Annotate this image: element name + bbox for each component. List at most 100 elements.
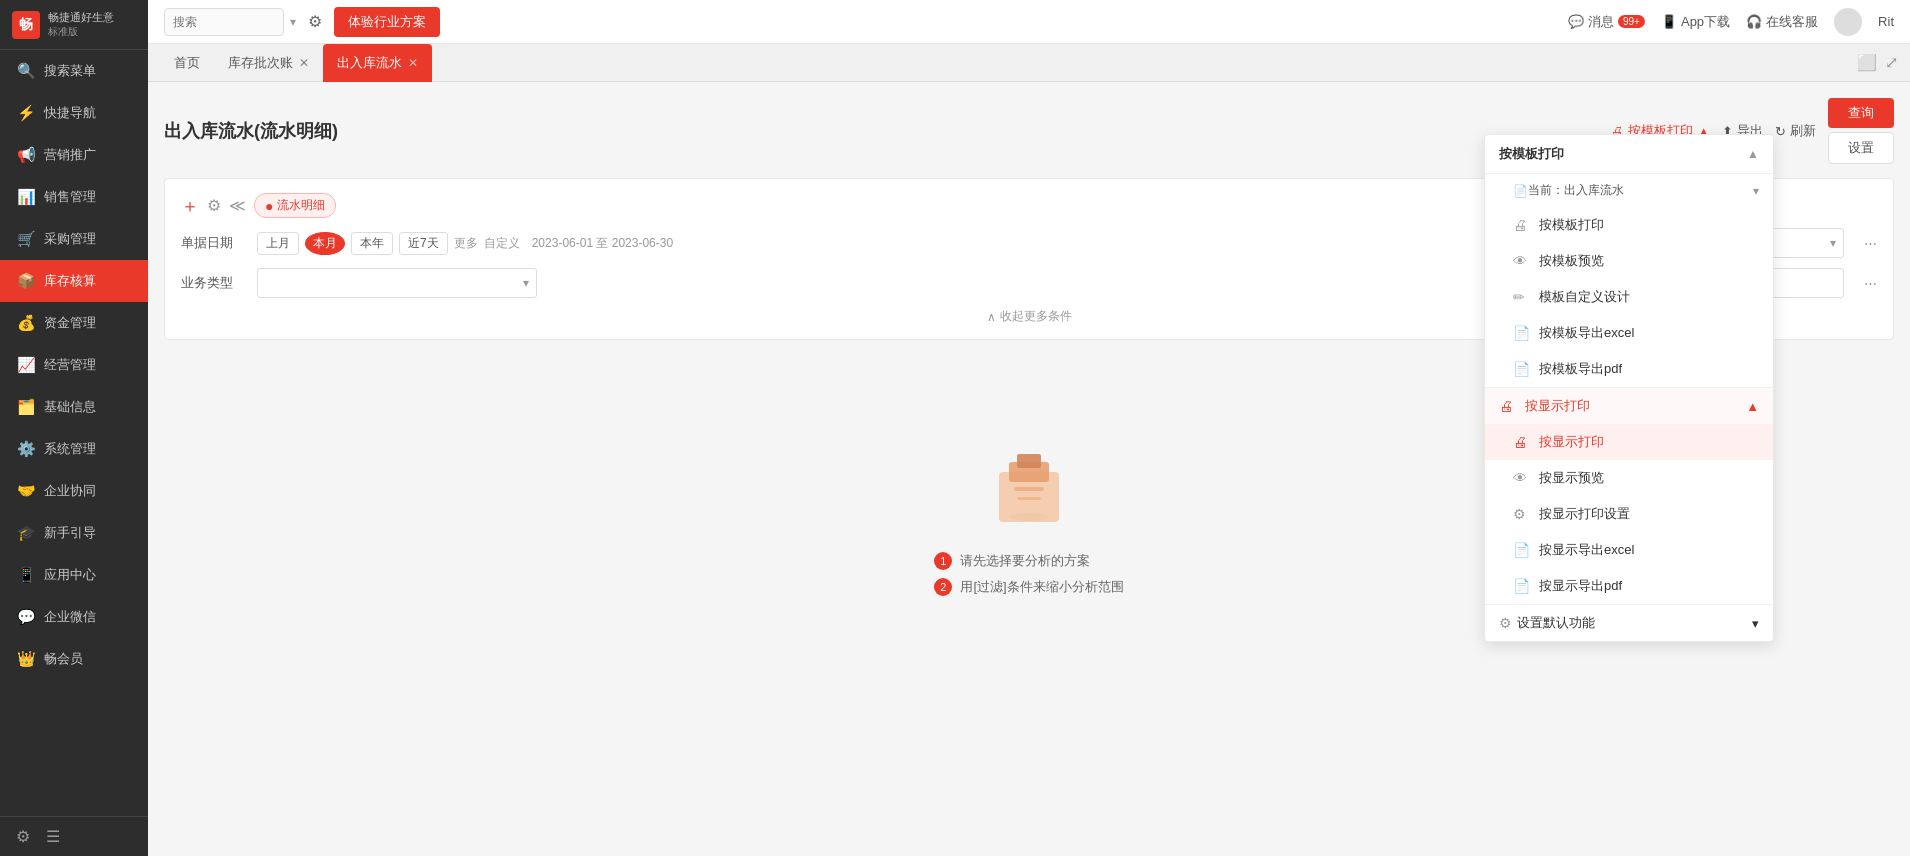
template-custom-item[interactable]: ✏ 模板自定义设计 (1485, 279, 1773, 315)
query-button[interactable]: 查询 (1828, 98, 1894, 128)
empty-steps-list: 1 请先选择要分析的方案 2 用[过滤]条件来缩小分析范围 (934, 552, 1123, 604)
date-btn-7days[interactable]: 近7天 (399, 232, 448, 255)
message-badge: 99+ (1618, 15, 1645, 28)
topbar: ▾ ⚙ 体验行业方案 💬 消息 99+ 📱 App下载 🎧 在线客服 Rit (148, 0, 1910, 44)
preview-icon: 👁 (1513, 253, 1531, 269)
window-restore-button[interactable]: ⬜ (1857, 53, 1877, 72)
current-icon: 📄 (1513, 184, 1528, 198)
dropdown-collapse-icon[interactable]: ▲ (1747, 147, 1759, 161)
filter-settings-icon[interactable]: ⚙ (207, 196, 221, 215)
sidebar-item-label: 库存核算 (44, 272, 96, 290)
empty-step-2: 2 用[过滤]条件来缩小分析范围 (934, 578, 1123, 596)
tab-batch[interactable]: 库存批次账 ✕ (214, 44, 323, 82)
purchase-icon: 🛒 (16, 229, 36, 249)
sidebar-item-label: 基础信息 (44, 398, 96, 416)
sidebar-item-wechat[interactable]: 💬企业微信 (0, 596, 148, 638)
sidebar-item-label: 新手引导 (44, 524, 96, 542)
sidebar-item-label: 快捷导航 (44, 104, 96, 122)
headset-icon: 🎧 (1746, 14, 1762, 29)
filter-biz-select[interactable] (257, 268, 537, 298)
sidebar-item-appcenter[interactable]: 📱 应用中心 (0, 554, 148, 596)
dropdown-footer-item[interactable]: ⚙ 设置默认功能 ▾ (1485, 605, 1773, 641)
appcenter-icon: 📱 (16, 565, 36, 585)
topbar-right: 💬 消息 99+ 📱 App下载 🎧 在线客服 Rit (1568, 8, 1894, 36)
filter-collapse-icon[interactable]: ≪ (229, 196, 246, 215)
main-area: ▾ ⚙ 体验行业方案 💬 消息 99+ 📱 App下载 🎧 在线客服 Rit 首… (148, 0, 1910, 856)
sidebar-item-basics[interactable]: 🗂️ 基础信息 (0, 386, 148, 428)
filter-tag-flow[interactable]: ● 流水明细 (254, 193, 336, 218)
template-print-item[interactable]: 🖨 按模板打印 (1485, 207, 1773, 243)
tab-batch-close[interactable]: ✕ (299, 56, 309, 70)
message-item[interactable]: 💬 消息 99+ (1568, 13, 1645, 31)
date-btn-this-year[interactable]: 本年 (351, 232, 393, 255)
template-preview-item[interactable]: 👁 按模板预览 (1485, 243, 1773, 279)
finance-icon: 💰 (16, 313, 36, 333)
display-pdf-icon: 📄 (1513, 578, 1531, 594)
type-more-icon[interactable]: ⋯ (1864, 236, 1877, 251)
sidebar-item-guide[interactable]: 🎓新手引导 (0, 512, 148, 554)
app-download-item[interactable]: 📱 App下载 (1661, 13, 1730, 31)
search-input[interactable] (164, 8, 284, 36)
sidebar-item-cooperation[interactable]: 🤝企业协同 (0, 470, 148, 512)
search-arrow-icon[interactable]: ▾ (290, 15, 296, 29)
display-print-settings-item[interactable]: ⚙ 按显示打印设置 (1485, 496, 1773, 532)
basics-icon: 🗂️ (16, 397, 36, 417)
topbar-gear-icon[interactable]: ⚙ (308, 12, 322, 31)
user-avatar[interactable] (1834, 8, 1862, 36)
sales-icon: 📊 (16, 187, 36, 207)
sidebar-nav: 🔍搜索菜单⚡快捷导航📢营销推广📊销售管理🛒采购管理 📦 库存核算 💰资金管理📈经营管理… (0, 50, 148, 816)
sidebar-item-label: 应用中心 (44, 566, 96, 584)
inventory-icon: 📦 (16, 271, 36, 291)
tab-home[interactable]: 首页 (160, 44, 214, 82)
sidebar-item-member[interactable]: 👑 畅会员 (0, 638, 148, 680)
display-preview-item[interactable]: 👁 按显示预览 (1485, 460, 1773, 496)
sidebar-item-label: 畅会员 (44, 650, 83, 668)
date-btn-more[interactable]: 更多 (454, 235, 478, 252)
filter-actions: ＋ ⚙ ≪ (181, 194, 246, 218)
date-btn-this-month[interactable]: 本月 (305, 232, 345, 255)
sidebar-item-system[interactable]: ⚙️ 系统管理 (0, 428, 148, 470)
svg-rect-4 (1017, 497, 1041, 500)
member-icon: 👑 (16, 649, 36, 669)
chevron-up-collapse-icon: ∧ (987, 310, 996, 324)
template-export-pdf-item[interactable]: 📄 按模板导出pdf (1485, 351, 1773, 387)
refresh-button[interactable]: ↻ 刷新 (1775, 122, 1816, 140)
trial-button[interactable]: 体验行业方案 (334, 7, 440, 37)
sidebar-item-inventory[interactable]: 📦 库存核算 (0, 260, 148, 302)
menu-icon[interactable]: ☰ (46, 827, 60, 846)
current-arrow-icon: ▾ (1753, 184, 1759, 198)
window-maximize-button[interactable]: ⤢ (1885, 53, 1898, 72)
app-icon: 📱 (1661, 14, 1677, 29)
online-service-item[interactable]: 🎧 在线客服 (1746, 13, 1818, 31)
sidebar-item-purchase[interactable]: 🛒采购管理 (0, 218, 148, 260)
tab-flow[interactable]: 出入库流水 ✕ (323, 44, 432, 82)
date-range-display: 2023-06-01 至 2023-06-30 (532, 235, 673, 252)
settings-button[interactable]: 设置 (1828, 132, 1894, 164)
svg-rect-3 (1014, 487, 1044, 491)
display-print-item[interactable]: 🖨 按显示打印 (1485, 424, 1773, 460)
topbar-search-area: ▾ (164, 8, 296, 36)
sidebar-item-quicknav[interactable]: ⚡快捷导航 (0, 92, 148, 134)
display-export-pdf-item[interactable]: 📄 按显示导出pdf (1485, 568, 1773, 604)
sidebar-item-search[interactable]: 🔍搜索菜单 (0, 50, 148, 92)
sidebar-item-finance[interactable]: 💰资金管理 (0, 302, 148, 344)
date-btn-custom[interactable]: 自定义 (484, 235, 520, 252)
sidebar-item-marketing[interactable]: 📢营销推广 (0, 134, 148, 176)
sidebar-item-label: 系统管理 (44, 440, 96, 458)
cooperation-icon: 🤝 (16, 481, 36, 501)
display-export-excel-item[interactable]: 📄 按显示导出excel (1485, 532, 1773, 568)
system-icon: ⚙️ (16, 439, 36, 459)
page-actions: 🖨 按模板打印 ▲ ⬆ 导出 ↻ 刷新 按模板打印 ▲ (1611, 98, 1894, 164)
filter-add-icon[interactable]: ＋ (181, 194, 199, 218)
sidebar-item-sales[interactable]: 📊销售管理 (0, 176, 148, 218)
date-btn-last-month[interactable]: 上月 (257, 232, 299, 255)
settings-icon[interactable]: ⚙ (16, 827, 30, 846)
sidebar-item-label: 搜索菜单 (44, 62, 96, 80)
template-export-excel-item[interactable]: 📄 按模板导出excel (1485, 315, 1773, 351)
page-content: 出入库流水(流水明细) 🖨 按模板打印 ▲ ⬆ 导出 ↻ 刷新 (148, 82, 1910, 856)
sidebar-item-operations[interactable]: 📈经营管理 (0, 344, 148, 386)
display-print-section-header[interactable]: 🖨 按显示打印 ▲ (1485, 388, 1773, 424)
edit-icon: ✏ (1513, 289, 1531, 305)
warehouse-more-icon[interactable]: ⋯ (1864, 276, 1877, 291)
tab-flow-close[interactable]: ✕ (408, 56, 418, 70)
